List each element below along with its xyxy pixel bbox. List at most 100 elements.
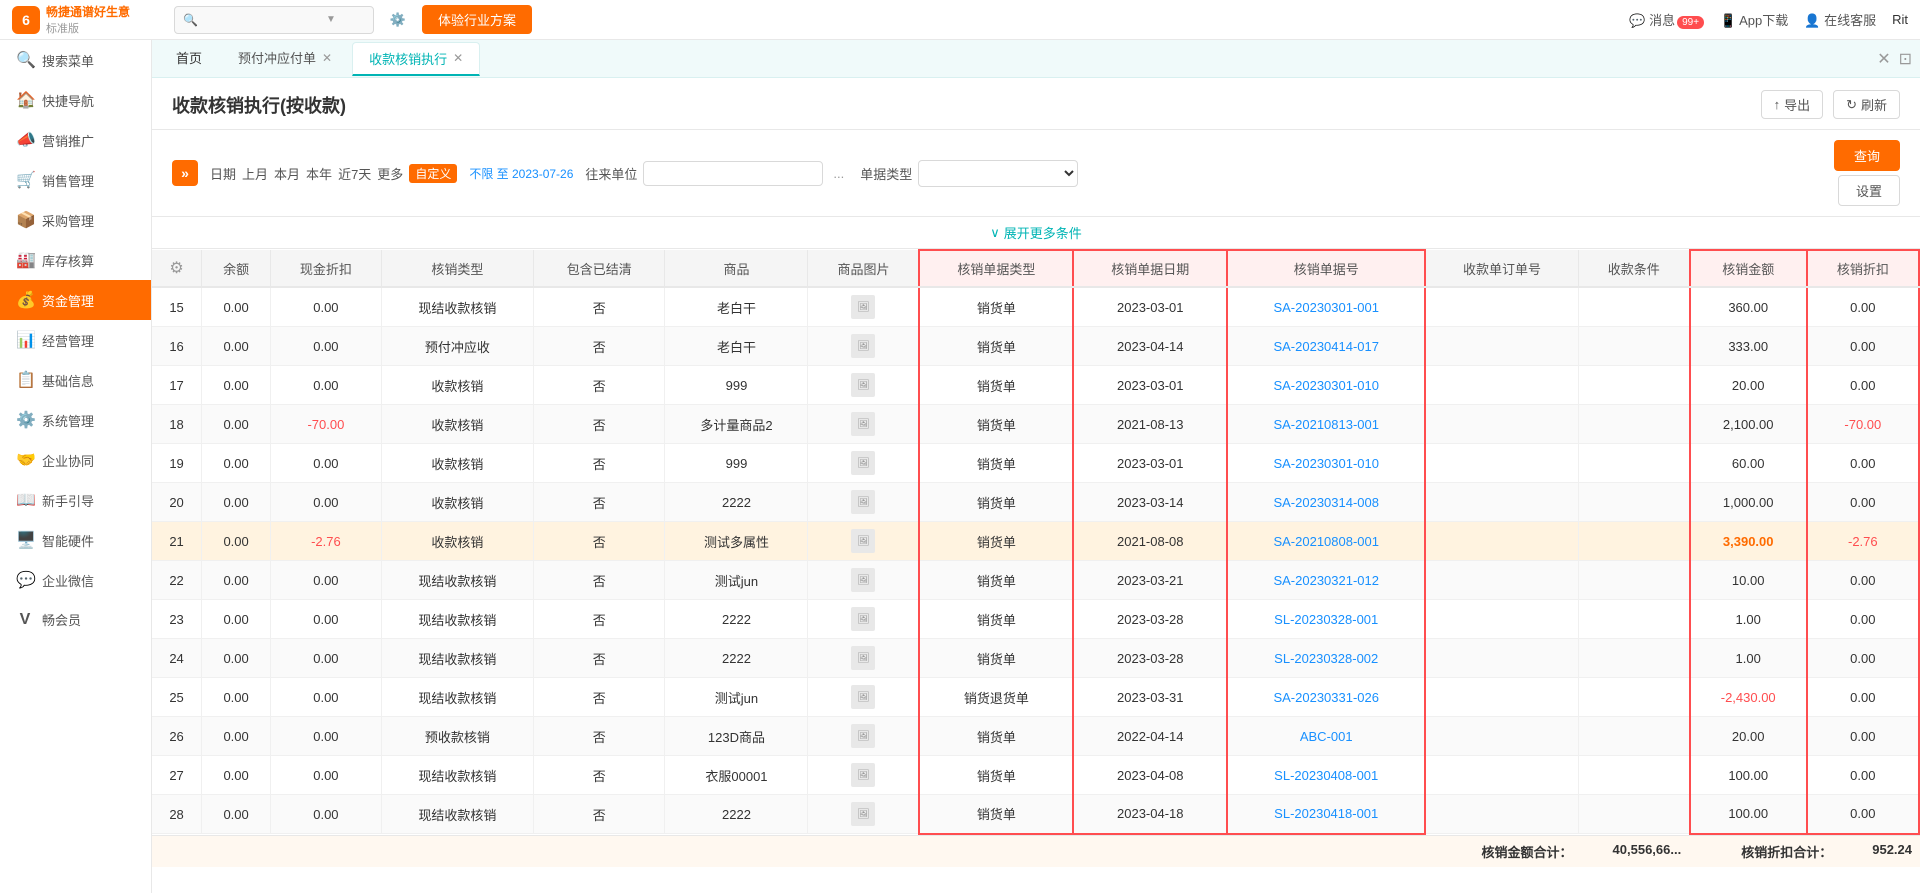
export-button[interactable]: ↑ 导出 [1761, 90, 1824, 119]
table-row: 20 0.00 0.00 收款核销 否 2222 🖼 销货单 2023-03-1… [152, 483, 1919, 522]
table-settings-icon[interactable]: ⚙ [169, 260, 183, 277]
cell-voucher-no[interactable]: SA-20230301-001 [1227, 287, 1425, 327]
date-7days[interactable]: 近7天 [338, 164, 371, 183]
cell-voucher-no[interactable]: SA-20230331-026 [1227, 678, 1425, 717]
close-window-icon[interactable]: ✕ [1877, 49, 1890, 69]
sidebar-item-enterprise[interactable]: 🤝 企业协同 [0, 440, 151, 480]
date-this-year[interactable]: 本年 [306, 164, 332, 183]
sidebar-item-operations[interactable]: 📊 经营管理 [0, 320, 151, 360]
tab-prepay[interactable]: 预付冲应付单 ✕ [222, 42, 348, 75]
query-button[interactable]: 查询 [1834, 140, 1900, 171]
sidebar-item-quick-nav[interactable]: 🏠 快捷导航 [0, 80, 151, 120]
voucher-no-link[interactable]: SA-20210808-001 [1273, 534, 1379, 549]
tab-close-receipt[interactable]: ✕ [453, 51, 463, 65]
cell-amount: 100.00 [1690, 795, 1807, 834]
cell-type: 收款核销 [381, 405, 533, 444]
tab-home[interactable]: 首页 [160, 42, 218, 75]
cell-condition [1578, 366, 1689, 405]
search-input[interactable] [202, 13, 322, 27]
voucher-no-link[interactable]: SA-20230321-012 [1273, 573, 1379, 588]
app-logo-icon: 6 [12, 6, 40, 34]
maximize-icon[interactable]: ⊡ [1899, 49, 1912, 69]
cell-goods-img: 🖼 [808, 561, 919, 600]
sidebar-item-marketing[interactable]: 📣 营销推广 [0, 120, 151, 160]
cell-voucher-no[interactable]: SL-20230408-001 [1227, 756, 1425, 795]
cell-goods: 2222 [665, 600, 808, 639]
cell-amount: 20.00 [1690, 366, 1807, 405]
online-service-item[interactable]: 👤 在线客服 [1804, 10, 1876, 29]
trial-button[interactable]: 体验行业方案 [422, 5, 532, 34]
sidebar-item-finance[interactable]: 💰 资金管理 [0, 280, 151, 320]
sidebar-item-system[interactable]: ⚙️ 系统管理 [0, 400, 151, 440]
notification-badge: 99+ [1677, 16, 1704, 29]
date-custom-btn[interactable]: 自定义 [409, 164, 457, 183]
cell-voucher-date: 2023-03-01 [1073, 366, 1227, 405]
cell-voucher-no[interactable]: SA-20230321-012 [1227, 561, 1425, 600]
cell-settled: 否 [534, 639, 665, 678]
sidebar-item-purchase[interactable]: 📦 采购管理 [0, 200, 151, 240]
cell-voucher-no[interactable]: SL-20230418-001 [1227, 795, 1425, 834]
partner-dots[interactable]: ... [833, 166, 844, 181]
sidebar-item-guide[interactable]: 📖 新手引导 [0, 480, 151, 520]
cell-type: 现结收款核销 [381, 795, 533, 834]
refresh-button[interactable]: ↻ 刷新 [1833, 90, 1900, 119]
cell-order-no [1425, 561, 1578, 600]
cell-voucher-no[interactable]: SA-20230414-017 [1227, 327, 1425, 366]
cell-settled: 否 [534, 327, 665, 366]
cell-voucher-no[interactable]: SL-20230328-002 [1227, 639, 1425, 678]
voucher-no-link[interactable]: SA-20230414-017 [1273, 339, 1379, 354]
voucher-no-link[interactable]: SL-20230328-002 [1274, 651, 1378, 666]
cell-condition [1578, 561, 1689, 600]
voucher-no-link[interactable]: SA-20230301-010 [1273, 456, 1379, 471]
sidebar-item-sales[interactable]: 🛒 销售管理 [0, 160, 151, 200]
date-this-month[interactable]: 本月 [274, 164, 300, 183]
cell-voucher-no[interactable]: SA-20210813-001 [1227, 405, 1425, 444]
sidebar-item-wechat[interactable]: 💬 企业微信 [0, 560, 151, 600]
voucher-no-link[interactable]: SL-20230418-001 [1274, 806, 1378, 821]
settings-gear-icon[interactable]: ⚙️ [384, 6, 412, 34]
tab-receipt-cancel[interactable]: 收款核销执行 ✕ [352, 42, 480, 76]
voucher-no-link[interactable]: SL-20230408-001 [1274, 768, 1378, 783]
expand-more-button[interactable]: ∨ 展开更多条件 [990, 223, 1082, 242]
col-settings[interactable]: ⚙ [152, 250, 202, 287]
app-download-item[interactable]: 📱 App下载 [1720, 10, 1788, 29]
sidebar-item-smart[interactable]: 🖥️ 智能硬件 [0, 520, 151, 560]
sidebar-item-basic[interactable]: 📋 基础信息 [0, 360, 151, 400]
voucher-no-link[interactable]: SA-20230331-026 [1273, 690, 1379, 705]
date-last-month[interactable]: 上月 [242, 164, 268, 183]
voucher-type-select[interactable] [918, 160, 1078, 187]
filter-expand-button[interactable]: » [172, 160, 198, 186]
cell-voucher-no[interactable]: SA-20230314-008 [1227, 483, 1425, 522]
filter-voucher-type-group: 单据类型 [860, 160, 1078, 187]
voucher-no-link[interactable]: SA-20230301-001 [1273, 300, 1379, 315]
voucher-no-link[interactable]: SL-20230328-001 [1274, 612, 1378, 627]
partner-input[interactable] [643, 161, 823, 186]
tab-close-prepay[interactable]: ✕ [322, 51, 332, 65]
table-row: 24 0.00 0.00 现结收款核销 否 2222 🖼 销货单 2023-03… [152, 639, 1919, 678]
table-row: 28 0.00 0.00 现结收款核销 否 2222 🖼 销货单 2023-04… [152, 795, 1919, 834]
voucher-no-link[interactable]: SA-20210813-001 [1273, 417, 1379, 432]
cell-voucher-no[interactable]: SL-20230328-001 [1227, 600, 1425, 639]
cell-voucher-type: 销货单 [919, 717, 1073, 756]
sidebar-item-member[interactable]: V 畅会员 [0, 600, 151, 639]
sidebar-item-inventory[interactable]: 🏭 库存核算 [0, 240, 151, 280]
cell-discount: 0.00 [271, 717, 382, 756]
search-box[interactable]: 🔍 ▼ [174, 6, 374, 34]
user-name[interactable]: Rit [1892, 12, 1908, 27]
cell-discount: 0.00 [271, 327, 382, 366]
cell-num: 26 [152, 717, 202, 756]
cell-voucher-no[interactable]: SA-20230301-010 [1227, 444, 1425, 483]
voucher-no-link[interactable]: ABC-001 [1300, 729, 1353, 744]
notification-item[interactable]: 💬 消息99+ [1629, 10, 1704, 29]
setting-button[interactable]: 设置 [1838, 175, 1900, 206]
sidebar-item-search-menu[interactable]: 🔍 搜索菜单 [0, 40, 151, 80]
voucher-no-link[interactable]: SA-20230301-010 [1273, 378, 1379, 393]
cell-condition [1578, 522, 1689, 561]
cell-voucher-type: 销货单 [919, 483, 1073, 522]
voucher-no-link[interactable]: SA-20230314-008 [1273, 495, 1379, 510]
cell-voucher-no[interactable]: SA-20210808-001 [1227, 522, 1425, 561]
cell-voucher-no[interactable]: SA-20230301-010 [1227, 366, 1425, 405]
cell-voucher-no[interactable]: ABC-001 [1227, 717, 1425, 756]
date-more[interactable]: 更多 [377, 164, 403, 183]
table-footer: 核销金额合计： 40,556,66... 核销折扣合计： 952.24 [152, 835, 1920, 867]
